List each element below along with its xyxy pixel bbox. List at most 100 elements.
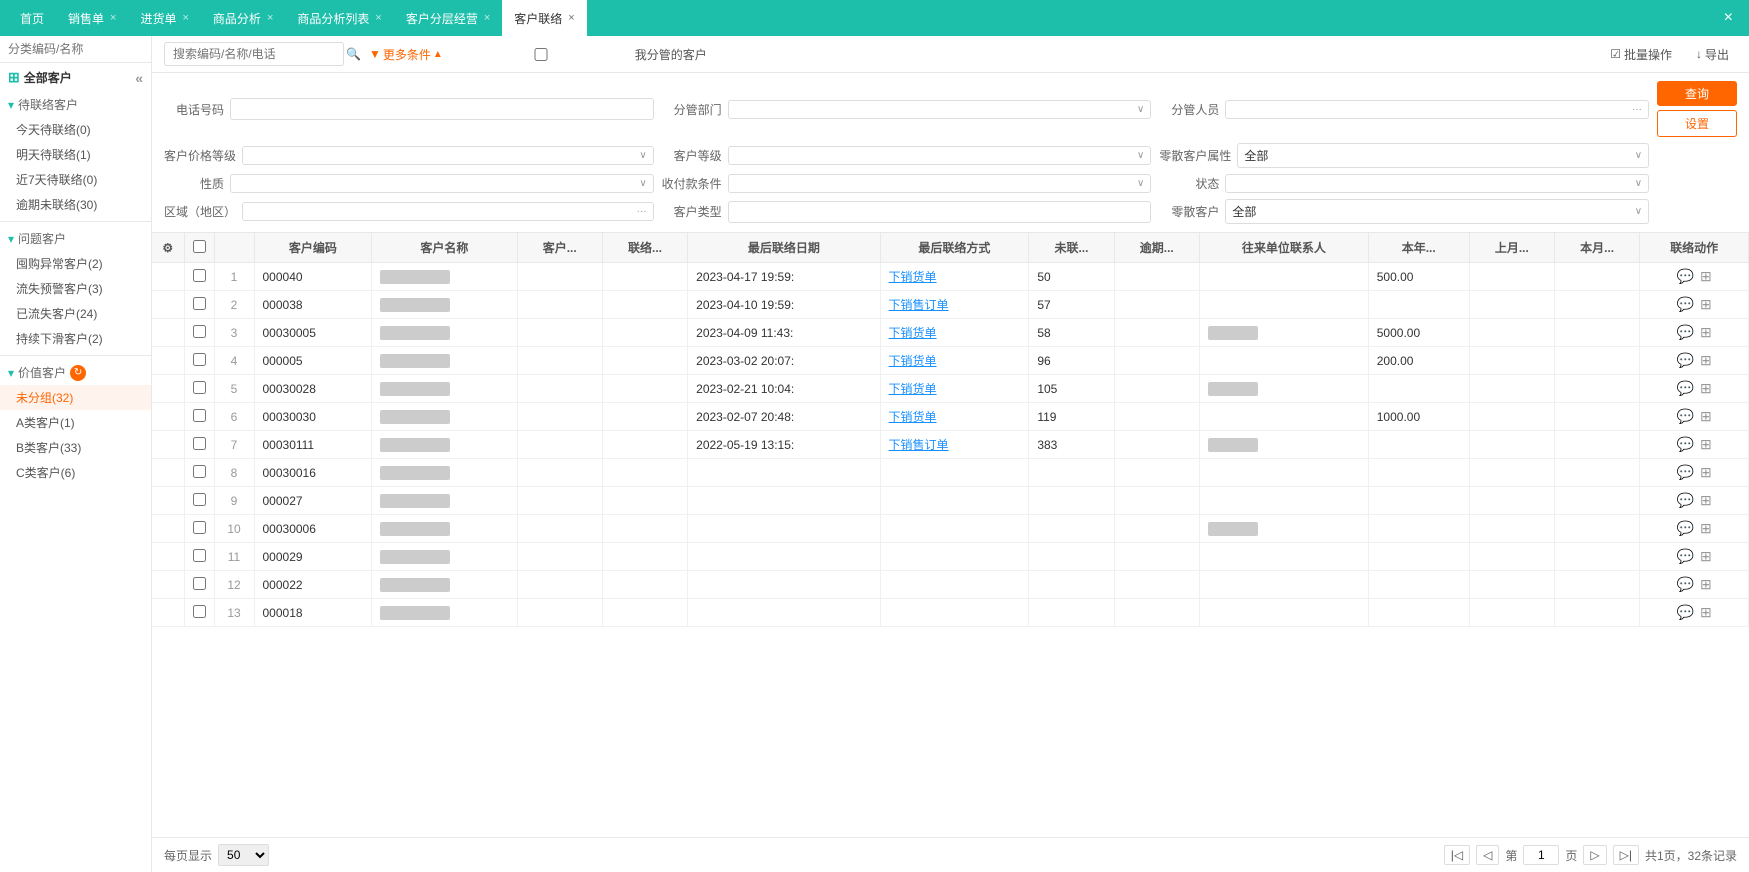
- col-last-date[interactable]: 最后联络日期: [688, 233, 880, 263]
- phone-input[interactable]: [230, 98, 654, 120]
- row-checkbox[interactable]: [184, 263, 214, 291]
- close-icon[interactable]: ×: [568, 12, 574, 24]
- prev-page-btn[interactable]: ◁: [1476, 845, 1499, 865]
- more-icon[interactable]: ⊞: [1700, 604, 1712, 621]
- sidebar-item-abnormal[interactable]: 囤购异常客户(2): [0, 251, 151, 276]
- tab-customer-segment[interactable]: 客户分层经营 ×: [394, 0, 502, 36]
- col-year-amount[interactable]: 本年...: [1368, 233, 1469, 263]
- row-checkbox[interactable]: [184, 487, 214, 515]
- contact-icon[interactable]: 💬: [1677, 520, 1694, 537]
- col-contact[interactable]: 联络...: [602, 233, 687, 263]
- collapse-icon[interactable]: «: [135, 70, 143, 86]
- col-code[interactable]: 客户编码: [254, 233, 372, 263]
- scatter-attr-select[interactable]: 全部 ∨: [1237, 143, 1649, 168]
- row-checkbox[interactable]: [184, 403, 214, 431]
- more-icon[interactable]: ⊞: [1700, 576, 1712, 593]
- contact-icon[interactable]: 💬: [1677, 408, 1694, 425]
- more-icon[interactable]: ⊞: [1700, 268, 1712, 285]
- more-icon[interactable]: ⊞: [1700, 492, 1712, 509]
- sidebar-item-class-b[interactable]: B类客户(33): [0, 435, 151, 460]
- contact-icon[interactable]: 💬: [1677, 436, 1694, 453]
- sidebar-search-input[interactable]: [8, 42, 152, 56]
- region-select[interactable]: ···: [242, 202, 654, 221]
- sidebar-group-problem[interactable]: ▾ 问题客户: [0, 226, 151, 251]
- row-checkbox[interactable]: [184, 459, 214, 487]
- close-icon[interactable]: ×: [110, 12, 116, 24]
- col-name[interactable]: 客户名称: [372, 233, 517, 263]
- sidebar-item-churned[interactable]: 已流失客户(24): [0, 301, 151, 326]
- col-type[interactable]: 客户...: [517, 233, 602, 263]
- close-icon[interactable]: ×: [182, 12, 188, 24]
- nature-select[interactable]: ∨: [230, 174, 654, 193]
- dept-select[interactable]: ∨: [728, 100, 1152, 119]
- contact-icon[interactable]: 💬: [1677, 604, 1694, 621]
- status-select[interactable]: ∨: [1225, 174, 1649, 193]
- row-last-method[interactable]: 下销货单: [880, 403, 1029, 431]
- payment-select[interactable]: ∨: [728, 174, 1152, 193]
- page-number-input[interactable]: [1523, 845, 1559, 865]
- contact-icon[interactable]: 💬: [1677, 548, 1694, 565]
- col-last-method[interactable]: 最后联络方式: [880, 233, 1029, 263]
- row-checkbox[interactable]: [184, 599, 214, 627]
- sidebar-item-class-c[interactable]: C类客户(6): [0, 460, 151, 485]
- export-btn[interactable]: ↓ 导出: [1688, 43, 1737, 66]
- row-checkbox[interactable]: [184, 543, 214, 571]
- search-input[interactable]: [164, 42, 344, 66]
- contact-icon[interactable]: 💬: [1677, 352, 1694, 369]
- row-checkbox[interactable]: [184, 347, 214, 375]
- customer-type-input[interactable]: [728, 201, 1152, 223]
- last-page-btn[interactable]: ▷|: [1613, 845, 1639, 865]
- more-icon[interactable]: ⊞: [1700, 464, 1712, 481]
- my-customers-check[interactable]: [451, 48, 631, 61]
- row-checkbox[interactable]: [184, 431, 214, 459]
- more-icon[interactable]: ⊞: [1700, 520, 1712, 537]
- contact-icon[interactable]: 💬: [1677, 492, 1694, 509]
- sidebar-item-ungrouped[interactable]: 未分组(32): [0, 385, 151, 410]
- col-overdue[interactable]: 逾期...: [1114, 233, 1199, 263]
- more-icon[interactable]: ⊞: [1700, 296, 1712, 313]
- more-icon[interactable]: ⊞: [1700, 380, 1712, 397]
- per-page-select[interactable]: 50 100: [218, 844, 269, 866]
- all-customers-header[interactable]: ⊞ 全部客户 «: [0, 63, 151, 92]
- select-all-checkbox[interactable]: [193, 240, 206, 253]
- sidebar-item-today[interactable]: 今天待联络(0): [0, 117, 151, 142]
- price-level-select[interactable]: ∨: [242, 146, 654, 165]
- contact-icon[interactable]: 💬: [1677, 464, 1694, 481]
- contact-icon[interactable]: 💬: [1677, 380, 1694, 397]
- tab-customer-contact[interactable]: 客户联络 ×: [502, 0, 586, 36]
- row-checkbox[interactable]: [184, 375, 214, 403]
- more-icon[interactable]: ⊞: [1700, 352, 1712, 369]
- col-this-month[interactable]: 本月...: [1554, 233, 1639, 263]
- contact-icon[interactable]: 💬: [1677, 576, 1694, 593]
- col-checkbox[interactable]: [184, 233, 214, 263]
- row-last-method[interactable]: 下销货单: [880, 319, 1029, 347]
- contact-icon[interactable]: 💬: [1677, 268, 1694, 285]
- row-last-method[interactable]: 下销售订单: [880, 291, 1029, 319]
- sidebar-item-class-a[interactable]: A类客户(1): [0, 410, 151, 435]
- contact-icon[interactable]: 💬: [1677, 296, 1694, 313]
- col-last-month[interactable]: 上月...: [1469, 233, 1554, 263]
- tab-purchase[interactable]: 进货单 ×: [128, 0, 200, 36]
- more-icon[interactable]: ⊞: [1700, 548, 1712, 565]
- sidebar-item-declining[interactable]: 持续下滑客户(2): [0, 326, 151, 351]
- col-gear[interactable]: ⚙: [152, 233, 184, 263]
- customer-level-select[interactable]: ∨: [728, 146, 1152, 165]
- row-checkbox[interactable]: [184, 515, 214, 543]
- tab-sales[interactable]: 销售单 ×: [56, 0, 128, 36]
- tab-goods-list[interactable]: 商品分析列表 ×: [285, 0, 393, 36]
- more-conditions-btn[interactable]: ▼ 更多条件 ▲: [369, 46, 443, 63]
- batch-op-btn[interactable]: ☑ 批量操作: [1602, 43, 1680, 66]
- sidebar-item-7days[interactable]: 近7天待联络(0): [0, 167, 151, 192]
- row-last-method[interactable]: 下销货单: [880, 263, 1029, 291]
- more-icon[interactable]: ⊞: [1700, 408, 1712, 425]
- row-last-method[interactable]: 下销售订单: [880, 431, 1029, 459]
- row-checkbox[interactable]: [184, 291, 214, 319]
- tab-goods-analysis[interactable]: 商品分析 ×: [201, 0, 285, 36]
- close-icon[interactable]: ×: [267, 12, 273, 24]
- manager-select[interactable]: ···: [1225, 100, 1649, 119]
- first-page-btn[interactable]: |◁: [1444, 845, 1470, 865]
- row-last-method[interactable]: 下销货单: [880, 375, 1029, 403]
- my-customers-checkbox[interactable]: 我分管的客户: [451, 46, 707, 63]
- query-button[interactable]: 查询: [1657, 81, 1737, 106]
- sidebar-item-tomorrow[interactable]: 明天待联络(1): [0, 142, 151, 167]
